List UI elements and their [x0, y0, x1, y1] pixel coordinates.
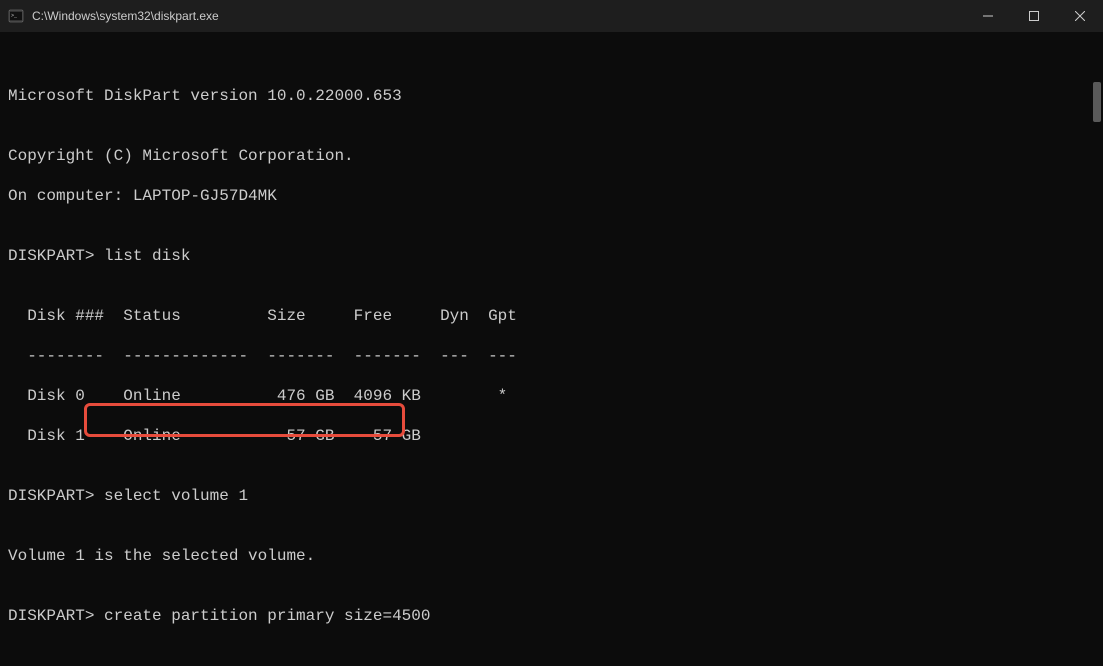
terminal-area[interactable]: Microsoft DiskPart version 10.0.22000.65… [0, 32, 1103, 639]
table-row: Disk 0 Online 476 GB 4096 KB * [8, 386, 1095, 406]
command-line-3: DISKPART> create partition primary size=… [8, 606, 1095, 626]
version-text: Microsoft DiskPart version 10.0.22000.65… [8, 86, 1095, 106]
window-title: C:\Windows\system32\diskpart.exe [32, 9, 219, 23]
table-row: Disk 1 Online 57 GB 57 GB [8, 426, 1095, 446]
table-header: Disk ### Status Size Free Dyn Gpt [8, 306, 1095, 326]
response-text: Volume 1 is the selected volume. [8, 546, 1095, 566]
copyright-text: Copyright (C) Microsoft Corporation. [8, 146, 1095, 166]
prompt: DISKPART> [8, 247, 104, 265]
table-divider: -------- ------------- ------- ------- -… [8, 346, 1095, 366]
minimize-button[interactable] [965, 0, 1011, 32]
maximize-button[interactable] [1011, 0, 1057, 32]
command-text: list disk [104, 247, 190, 265]
command-line-2: DISKPART> select volume 1 [8, 486, 1095, 506]
command-text: select volume 1 [104, 487, 248, 505]
prompt: DISKPART> [8, 487, 104, 505]
app-icon: >_ [8, 8, 24, 24]
close-button[interactable] [1057, 0, 1103, 32]
command-text: create partition primary size=4500 [104, 607, 430, 625]
titlebar: >_ C:\Windows\system32\diskpart.exe [0, 0, 1103, 32]
computer-text: On computer: LAPTOP-GJ57D4MK [8, 186, 1095, 206]
svg-text:>_: >_ [11, 13, 18, 19]
window-controls [965, 0, 1103, 32]
prompt: DISKPART> [8, 607, 104, 625]
scrollbar-thumb[interactable] [1093, 82, 1101, 122]
command-line-1: DISKPART> list disk [8, 246, 1095, 266]
